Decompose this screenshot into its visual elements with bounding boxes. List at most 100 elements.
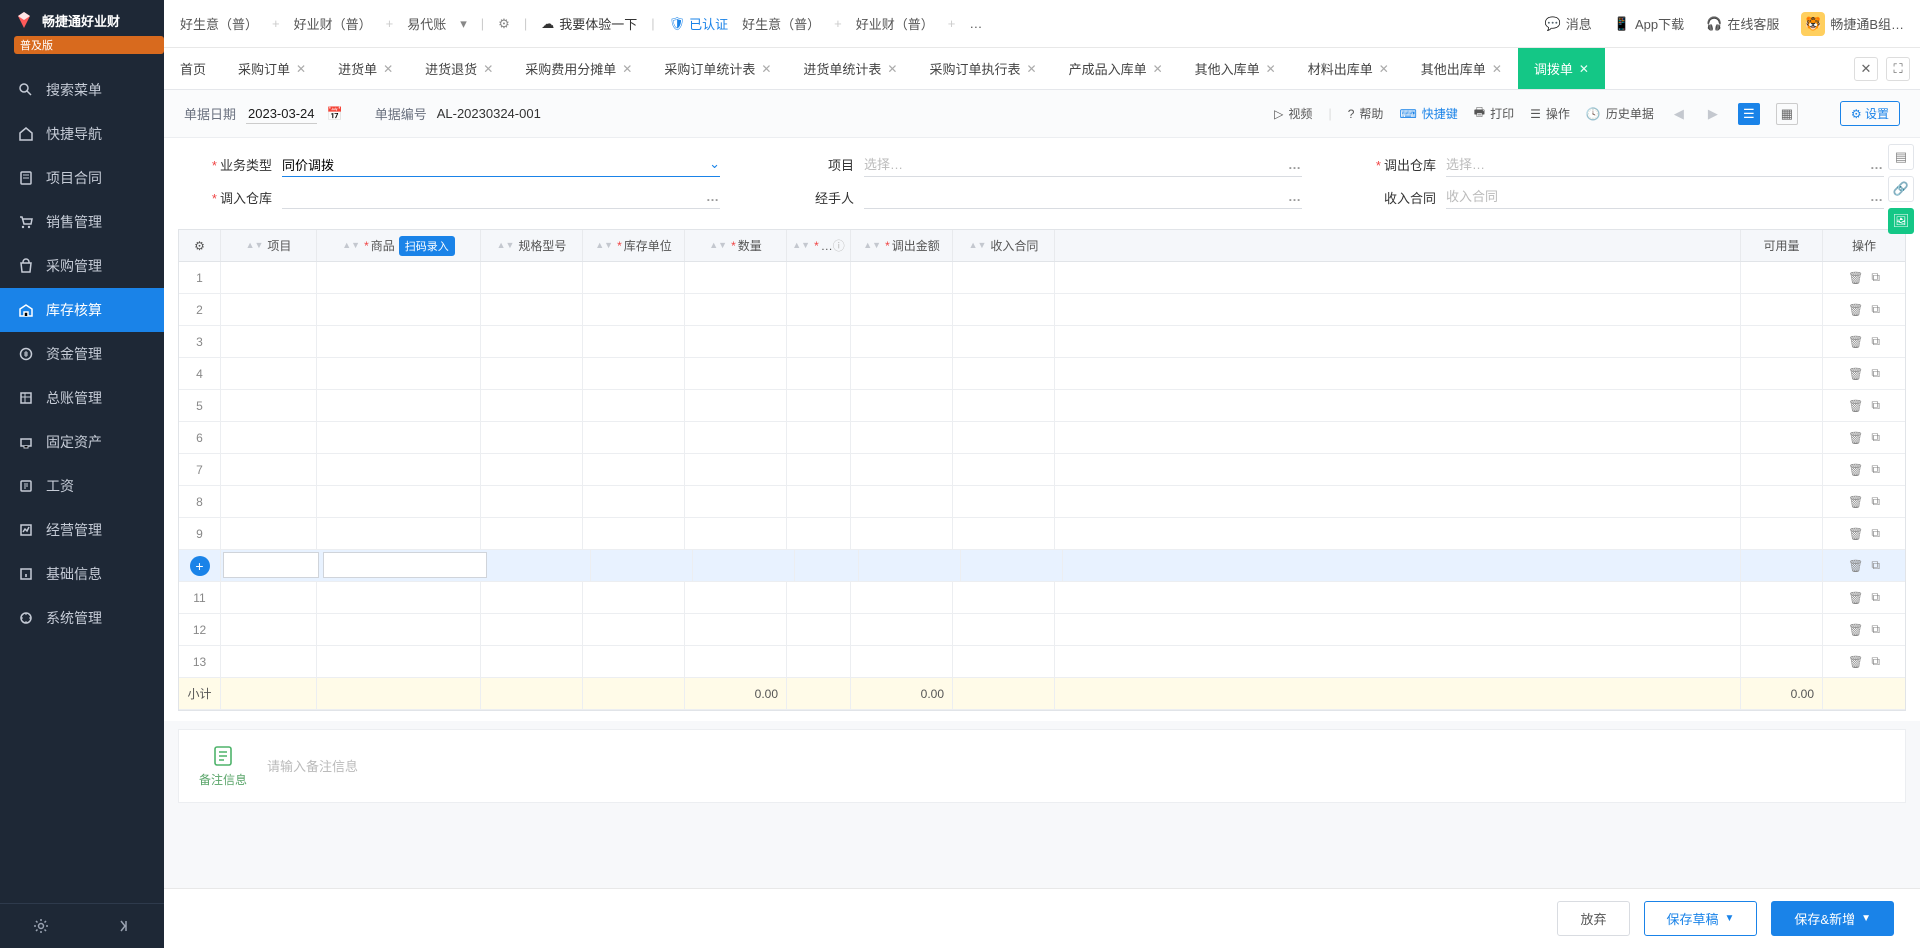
close-icon[interactable]: ✕ bbox=[1579, 62, 1589, 76]
copy-icon[interactable]: ⧉ bbox=[1867, 302, 1884, 317]
copy-icon[interactable]: ⧉ bbox=[1867, 334, 1884, 349]
copy-icon[interactable]: ⧉ bbox=[1867, 526, 1884, 541]
crumb-1[interactable]: 好生意（普） bbox=[180, 14, 258, 33]
shortcut-link[interactable]: ⌨快捷键 bbox=[1399, 105, 1457, 122]
delete-icon[interactable]: 🗑 bbox=[1844, 559, 1867, 573]
crumb2-3[interactable]: … bbox=[969, 16, 982, 31]
more-icon[interactable]: … bbox=[1288, 189, 1302, 204]
handler-select[interactable]: … bbox=[864, 185, 1302, 209]
cell-project-input[interactable] bbox=[223, 552, 319, 578]
discard-button[interactable]: 放弃 bbox=[1557, 901, 1629, 936]
video-link[interactable]: ▷视频 bbox=[1274, 105, 1312, 122]
delete-icon[interactable]: 🗑 bbox=[1844, 367, 1867, 381]
rail-doc-icon[interactable]: ▤ bbox=[1888, 144, 1914, 170]
table-row[interactable]: 7🗑⧉ bbox=[179, 454, 1905, 486]
outwh-input[interactable] bbox=[1446, 157, 1870, 172]
save-draft-button[interactable]: 保存草稿▼ bbox=[1644, 901, 1758, 936]
tab-6[interactable]: 进货单统计表✕ bbox=[787, 48, 913, 89]
col-project[interactable]: ▲▼项目 bbox=[221, 230, 317, 261]
close-icon[interactable]: ✕ bbox=[622, 62, 632, 76]
save-new-button[interactable]: 保存&新增▼ bbox=[1771, 901, 1894, 936]
table-row[interactable]: 8🗑⧉ bbox=[179, 486, 1905, 518]
col-extra[interactable]: ▲▼*… ⓘ bbox=[787, 230, 851, 261]
history-link[interactable]: 🕓历史单据 bbox=[1586, 105, 1654, 122]
sidebar-item-9[interactable]: 工资 bbox=[0, 464, 164, 508]
rail-attach-icon[interactable]: 🔗 bbox=[1888, 176, 1914, 202]
more-icon[interactable]: … bbox=[1288, 157, 1302, 172]
info-icon[interactable]: ⓘ bbox=[833, 237, 845, 254]
tab-4[interactable]: 采购费用分摊单✕ bbox=[509, 48, 648, 89]
copy-icon[interactable]: ⧉ bbox=[1867, 654, 1884, 669]
table-row[interactable]: 9🗑⧉ bbox=[179, 518, 1905, 550]
col-product[interactable]: ▲▼*商品扫码录入 bbox=[317, 230, 481, 261]
app-download-link[interactable]: 📱App下载 bbox=[1614, 14, 1684, 33]
crumb2-2[interactable]: 好业财（普） bbox=[856, 14, 934, 33]
copy-icon[interactable]: ⧉ bbox=[1867, 270, 1884, 285]
close-icon[interactable]: ✕ bbox=[1379, 62, 1389, 76]
view-list-icon[interactable]: ☰ bbox=[1738, 103, 1760, 125]
try-link[interactable]: ☁我要体验一下 bbox=[541, 14, 637, 33]
table-row[interactable]: 11🗑⧉ bbox=[179, 582, 1905, 614]
tab-10[interactable]: 材料出库单✕ bbox=[1292, 48, 1405, 89]
close-icon[interactable]: ✕ bbox=[1027, 62, 1037, 76]
delete-icon[interactable]: 🗑 bbox=[1844, 431, 1867, 445]
chevron-down-icon[interactable]: ▾ bbox=[460, 16, 467, 32]
sidebar-item-3[interactable]: 销售管理 bbox=[0, 200, 164, 244]
table-row[interactable]: +🗑⧉ bbox=[179, 550, 1905, 582]
date-value[interactable]: 2023-03-24 bbox=[246, 104, 317, 124]
tab-2[interactable]: 进货单✕ bbox=[322, 48, 409, 89]
delete-icon[interactable]: 🗑 bbox=[1844, 655, 1867, 669]
copy-icon[interactable]: ⧉ bbox=[1867, 590, 1884, 605]
delete-icon[interactable]: 🗑 bbox=[1844, 591, 1867, 605]
expand-icon[interactable]: ⛶ bbox=[1886, 57, 1910, 81]
close-icon[interactable]: ✕ bbox=[1854, 57, 1878, 81]
cell-product-input[interactable] bbox=[323, 552, 487, 578]
sidebar-item-6[interactable]: 资金管理 bbox=[0, 332, 164, 376]
settings-icon[interactable] bbox=[33, 918, 49, 934]
col-income[interactable]: ▲▼收入合同 bbox=[953, 230, 1055, 261]
rail-image-icon[interactable]: 🖼 bbox=[1888, 208, 1914, 234]
copy-icon[interactable]: ⧉ bbox=[1867, 430, 1884, 445]
more-icon[interactable]: … bbox=[706, 189, 720, 204]
prev-doc-icon[interactable]: ◀ bbox=[1670, 106, 1688, 122]
settings-button[interactable]: ⚙ 设置 bbox=[1840, 101, 1900, 126]
table-row[interactable]: 1🗑⧉ bbox=[179, 262, 1905, 294]
close-icon[interactable]: ✕ bbox=[1492, 62, 1502, 76]
actions-link[interactable]: ☰操作 bbox=[1530, 105, 1570, 122]
view-card-icon[interactable]: ▦ bbox=[1776, 103, 1798, 125]
sidebar-item-4[interactable]: 采购管理 bbox=[0, 244, 164, 288]
crumb2-1[interactable]: 好生意（普） bbox=[742, 14, 820, 33]
copy-icon[interactable]: ⧉ bbox=[1867, 622, 1884, 637]
sidebar-item-7[interactable]: 总账管理 bbox=[0, 376, 164, 420]
chevron-down-icon[interactable]: ⌄ bbox=[709, 156, 720, 172]
user-menu[interactable]: 🐯畅捷通B组… bbox=[1801, 12, 1904, 36]
sidebar-item-12[interactable]: 系统管理 bbox=[0, 596, 164, 640]
delete-icon[interactable]: 🗑 bbox=[1844, 495, 1867, 509]
copy-icon[interactable]: ⧉ bbox=[1867, 398, 1884, 413]
project-select[interactable]: … bbox=[864, 153, 1302, 177]
table-row[interactable]: 3🗑⧉ bbox=[179, 326, 1905, 358]
messages-link[interactable]: 💬消息 bbox=[1545, 14, 1592, 33]
outwh-select[interactable]: … bbox=[1446, 153, 1884, 177]
table-row[interactable]: 6🗑⧉ bbox=[179, 422, 1905, 454]
sidebar-item-1[interactable]: 快捷导航 bbox=[0, 112, 164, 156]
inwh-select[interactable]: … bbox=[282, 185, 720, 209]
close-icon[interactable]: ✕ bbox=[296, 62, 306, 76]
next-doc-icon[interactable]: ▶ bbox=[1704, 106, 1722, 122]
close-icon[interactable]: ✕ bbox=[483, 62, 493, 76]
scan-badge[interactable]: 扫码录入 bbox=[399, 236, 455, 256]
tab-12[interactable]: 调拨单✕ bbox=[1518, 48, 1605, 89]
sidebar-item-2[interactable]: 项目合同 bbox=[0, 156, 164, 200]
col-settings[interactable]: ⚙ bbox=[179, 230, 221, 261]
tab-5[interactable]: 采购订单统计表✕ bbox=[648, 48, 787, 89]
tab-1[interactable]: 采购订单✕ bbox=[222, 48, 322, 89]
sidebar-item-10[interactable]: 经营管理 bbox=[0, 508, 164, 552]
collapse-icon[interactable] bbox=[115, 918, 131, 934]
inwh-input[interactable] bbox=[282, 189, 706, 204]
gear-icon[interactable]: ⚙ bbox=[498, 16, 510, 32]
delete-icon[interactable]: 🗑 bbox=[1844, 399, 1867, 413]
crumb-2[interactable]: 好业财（普） bbox=[294, 14, 372, 33]
more-icon[interactable]: … bbox=[1870, 157, 1884, 172]
copy-icon[interactable]: ⧉ bbox=[1867, 462, 1884, 477]
biztype-input[interactable] bbox=[282, 157, 709, 172]
